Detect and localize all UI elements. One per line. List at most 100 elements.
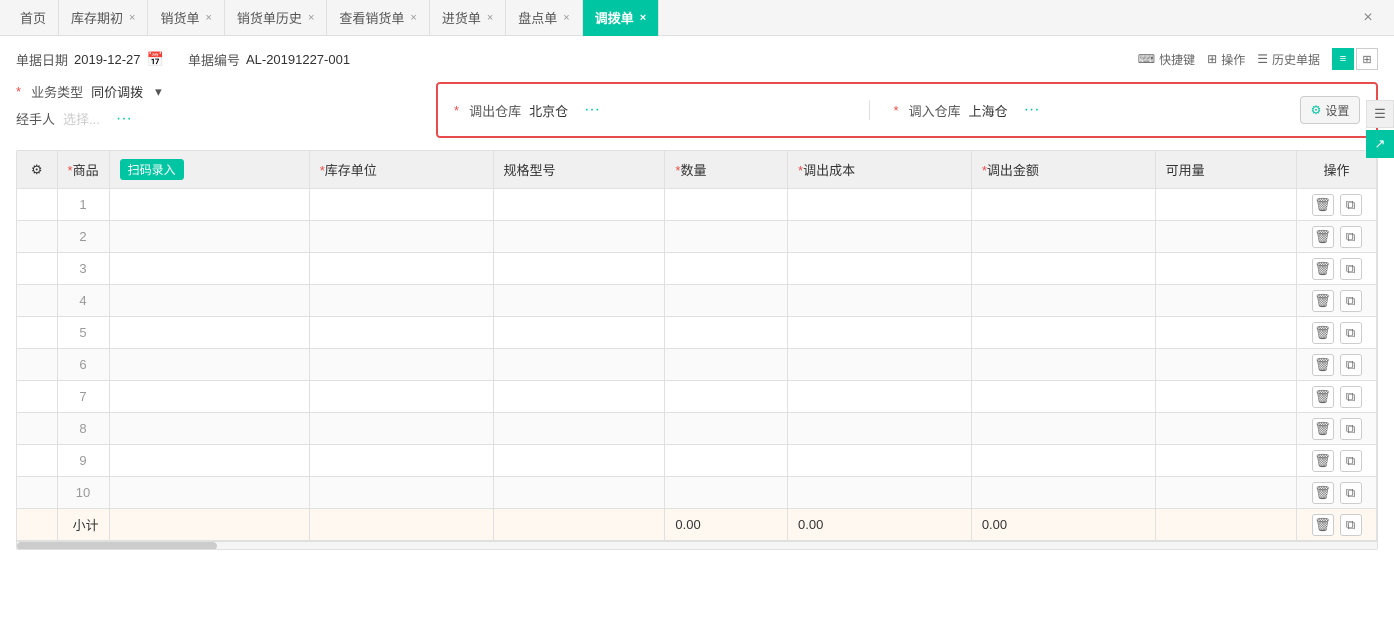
row-barcode-cell — [109, 317, 309, 349]
row-number: 9 — [57, 445, 109, 477]
settings-button[interactable]: ⚙ 设置 — [1300, 96, 1360, 124]
horizontal-scrollbar[interactable] — [17, 541, 1377, 549]
tab-close-stocktake[interactable]: × — [563, 12, 569, 24]
tab-close-inventory-init[interactable]: × — [129, 12, 135, 24]
th-qty: *数量 — [665, 151, 788, 189]
tab-sales-history[interactable]: 销货单历史 × — [225, 0, 327, 36]
tab-close-sales-history[interactable]: × — [308, 12, 314, 24]
copy-row-button[interactable]: ⧉ — [1340, 258, 1362, 280]
copy-row-button[interactable]: ⧉ — [1340, 386, 1362, 408]
delete-row-button[interactable]: 🗑 — [1312, 514, 1334, 536]
tab-transfer[interactable]: 调拨单 × — [583, 0, 659, 36]
th-cost: *调出成本 — [788, 151, 972, 189]
delete-row-button[interactable]: 🗑 — [1312, 258, 1334, 280]
panel-list-btn[interactable]: ☰ — [1366, 100, 1394, 128]
row-spec-cell — [493, 445, 665, 477]
row-qty-cell — [665, 253, 788, 285]
history-link[interactable]: ☰ 历史单据 — [1257, 51, 1320, 68]
delete-row-button[interactable]: 🗑 — [1312, 322, 1334, 344]
delete-row-button[interactable]: 🗑 — [1312, 290, 1334, 312]
copy-row-button[interactable]: ⧉ — [1340, 514, 1362, 536]
barcode-scan-button[interactable]: 扫码录入 — [120, 159, 184, 180]
main-content: 单据日期 2019-12-27 📅 单据编号 AL-20191227-001 ⌨… — [0, 36, 1394, 562]
th-ops: 操作 — [1297, 151, 1377, 189]
transfer-in-field: * 调入仓库 上海仓 ··· — [894, 101, 1285, 120]
tab-stocktake[interactable]: 盘点单 × — [506, 0, 582, 36]
delete-row-button[interactable]: 🗑 — [1312, 386, 1334, 408]
row-available-cell — [1155, 445, 1296, 477]
row-ops-cell: 🗑⧉ — [1297, 413, 1377, 445]
row-cost-cell — [788, 349, 972, 381]
th-available: 可用量 — [1155, 151, 1296, 189]
ops-link[interactable]: ⊞ 操作 — [1207, 51, 1245, 68]
tab-inventory-init[interactable]: 库存期初 × — [59, 0, 148, 36]
view-grid-btn[interactable]: ⊞ — [1356, 48, 1378, 70]
tab-close-sales[interactable]: × — [205, 12, 211, 24]
business-type-dropdown[interactable]: ▾ — [155, 84, 162, 100]
delete-row-button[interactable]: 🗑 — [1312, 450, 1334, 472]
copy-row-button[interactable]: ⧉ — [1340, 418, 1362, 440]
date-field: 单据日期 2019-12-27 📅 — [16, 50, 164, 69]
delete-row-button[interactable]: 🗑 — [1312, 418, 1334, 440]
row-available-cell — [1155, 221, 1296, 253]
row-amount-cell — [971, 253, 1155, 285]
transfer-in-more-icon[interactable]: ··· — [1024, 101, 1040, 119]
tab-close-view-sales[interactable]: × — [410, 12, 416, 24]
handler-more-icon[interactable]: ··· — [116, 110, 132, 128]
view-list-btn[interactable]: ≡ — [1332, 48, 1354, 70]
gear-icon: ⚙ — [1311, 103, 1322, 117]
row-cost-cell — [788, 221, 972, 253]
row-number: 2 — [57, 221, 109, 253]
row-available-cell — [1155, 477, 1296, 509]
copy-row-button[interactable]: ⧉ — [1340, 482, 1362, 504]
row-unit-cell — [309, 445, 493, 477]
header-row: 单据日期 2019-12-27 📅 单据编号 AL-20191227-001 ⌨… — [16, 48, 1378, 70]
row-barcode-cell — [109, 253, 309, 285]
ops-icon: ⊞ — [1207, 52, 1217, 66]
delete-row-button[interactable]: 🗑 — [1312, 226, 1334, 248]
copy-row-button[interactable]: ⧉ — [1340, 450, 1362, 472]
row-available-cell — [1155, 189, 1296, 221]
transfer-out-more-icon[interactable]: ··· — [584, 101, 600, 119]
row-amount-cell — [971, 445, 1155, 477]
window-close-button[interactable]: × — [1350, 0, 1386, 36]
copy-row-button[interactable]: ⧉ — [1340, 322, 1362, 344]
th-barcode: 扫码录入 — [109, 151, 309, 189]
tab-close-transfer[interactable]: × — [640, 12, 646, 24]
row-qty-cell — [665, 285, 788, 317]
row-settings-cell — [17, 413, 57, 445]
copy-row-button[interactable]: ⧉ — [1340, 194, 1362, 216]
copy-row-button[interactable]: ⧉ — [1340, 290, 1362, 312]
row-amount-cell — [971, 221, 1155, 253]
row-settings-cell — [17, 253, 57, 285]
row-unit-cell — [309, 253, 493, 285]
delete-row-button[interactable]: 🗑 — [1312, 194, 1334, 216]
shortcut-link[interactable]: ⌨ 快捷键 — [1138, 51, 1195, 68]
row-settings-cell — [17, 317, 57, 349]
delete-row-button[interactable]: 🗑 — [1312, 354, 1334, 376]
number-field: 单据编号 AL-20191227-001 — [188, 50, 350, 69]
tab-close-purchase[interactable]: × — [487, 12, 493, 24]
th-settings[interactable]: ⚙ — [17, 151, 57, 189]
row-ops-cell: 🗑⧉ — [1297, 253, 1377, 285]
delete-row-button[interactable]: 🗑 — [1312, 482, 1334, 504]
row-cost-cell: 0.00 — [788, 509, 972, 541]
calendar-icon[interactable]: 📅 — [147, 51, 164, 68]
copy-row-button[interactable]: ⧉ — [1340, 226, 1362, 248]
row-amount-cell — [971, 477, 1155, 509]
copy-row-button[interactable]: ⧉ — [1340, 354, 1362, 376]
tab-sales[interactable]: 销货单 × — [148, 0, 224, 36]
row-spec-cell — [493, 285, 665, 317]
row-barcode-cell — [109, 477, 309, 509]
tab-home[interactable]: 首页 — [8, 0, 59, 36]
panel-expand-btn[interactable]: ↗ — [1366, 130, 1394, 158]
business-type-field: * 业务类型 同价调拨 ▾ — [16, 82, 420, 101]
row-barcode-cell — [109, 445, 309, 477]
row-cost-cell — [788, 253, 972, 285]
row-spec-cell — [493, 317, 665, 349]
tab-view-sales[interactable]: 查看销货单 × — [327, 0, 429, 36]
row-ops-cell: 🗑⧉ — [1297, 285, 1377, 317]
tab-purchase[interactable]: 进货单 × — [430, 0, 506, 36]
row-settings-cell — [17, 445, 57, 477]
row-barcode-cell — [109, 509, 309, 541]
